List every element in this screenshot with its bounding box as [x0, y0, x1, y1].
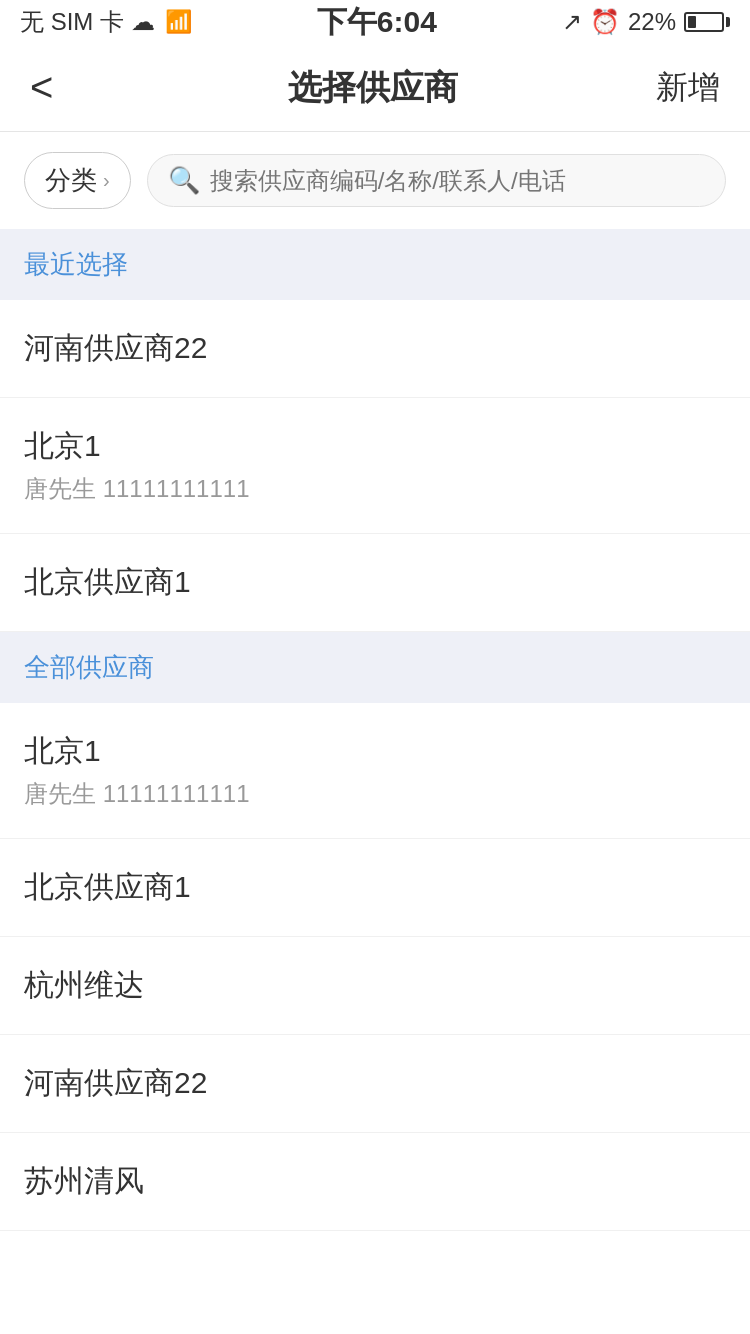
- page-title: 选择供应商: [288, 65, 458, 111]
- list-item[interactable]: 苏州清风: [0, 1133, 750, 1231]
- category-button[interactable]: 分类 ›: [24, 152, 131, 209]
- battery-percentage: 22%: [628, 8, 676, 36]
- location-icon: ↗: [562, 8, 582, 36]
- recent-section-label: 最近选择: [24, 249, 128, 279]
- battery-icon: [684, 12, 730, 32]
- search-input[interactable]: [210, 167, 705, 195]
- item-name: 北京1: [24, 426, 726, 467]
- item-name: 北京1: [24, 731, 726, 772]
- item-name: 北京供应商1: [24, 562, 726, 603]
- status-right: ↗ ⏰ 22%: [562, 8, 730, 36]
- item-detail: 唐先生 11111111111: [24, 473, 726, 505]
- status-time: 下午6:04: [317, 2, 437, 43]
- list-item[interactable]: 杭州维达: [0, 937, 750, 1035]
- item-name: 苏州清风: [24, 1161, 726, 1202]
- list-item[interactable]: 北京供应商1: [0, 534, 750, 632]
- recent-items-list: 河南供应商22 北京1 唐先生 11111111111 北京供应商1: [0, 300, 750, 632]
- item-detail: 唐先生 11111111111: [24, 778, 726, 810]
- list-item[interactable]: 北京1 唐先生 11111111111: [0, 398, 750, 534]
- category-label: 分类: [45, 163, 97, 198]
- wifi-icon: 📶: [165, 9, 192, 35]
- item-name: 北京供应商1: [24, 867, 726, 908]
- list-item[interactable]: 河南供应商22: [0, 1035, 750, 1133]
- chevron-right-icon: ›: [103, 169, 110, 192]
- list-item[interactable]: 北京供应商1: [0, 839, 750, 937]
- recent-section-header: 最近选择: [0, 229, 750, 300]
- item-name: 河南供应商22: [24, 1063, 726, 1104]
- add-button[interactable]: 新增: [656, 66, 720, 110]
- search-icon: 🔍: [168, 165, 200, 196]
- status-bar: 无 SIM 卡 ☁ 📶 下午6:04 ↗ ⏰ 22%: [0, 0, 750, 44]
- list-item[interactable]: 河南供应商22: [0, 300, 750, 398]
- search-box[interactable]: 🔍: [147, 154, 726, 207]
- sim-status: 无 SIM 卡 ☁: [20, 6, 155, 38]
- list-item[interactable]: 北京1 唐先生 11111111111: [0, 703, 750, 839]
- nav-bar: < 选择供应商 新增: [0, 44, 750, 132]
- alarm-icon: ⏰: [590, 8, 620, 36]
- all-section-label: 全部供应商: [24, 652, 154, 682]
- all-items-list: 北京1 唐先生 11111111111 北京供应商1 杭州维达 河南供应商22 …: [0, 703, 750, 1231]
- item-name: 河南供应商22: [24, 328, 726, 369]
- back-button[interactable]: <: [30, 65, 90, 110]
- item-name: 杭州维达: [24, 965, 726, 1006]
- status-left: 无 SIM 卡 ☁ 📶: [20, 6, 192, 38]
- filter-bar: 分类 › 🔍: [0, 132, 750, 229]
- all-section-header: 全部供应商: [0, 632, 750, 703]
